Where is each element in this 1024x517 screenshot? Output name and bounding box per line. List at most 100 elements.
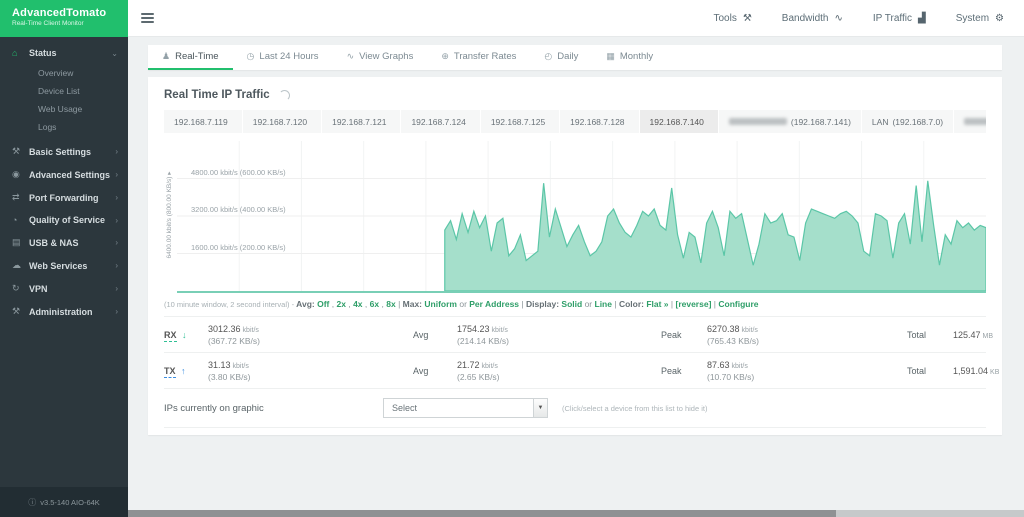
chevron-right-icon: › [115, 216, 118, 225]
topbar-menu-icon: ⚙ [995, 13, 1004, 24]
traffic-stat-row: TX ↑ 31.13kbit/s (3.80 KB/s) Avg 21.72kb… [164, 353, 986, 389]
section-icon: ⚒ [12, 306, 29, 317]
sidebar-item-status[interactable]: ⌂ Status ⌄ [0, 42, 128, 64]
sidebar-item-label: Advanced Settings [29, 170, 115, 180]
panel-title: Real Time IP Traffic [164, 89, 270, 101]
chevron-right-icon: › [115, 193, 118, 202]
peak-label: Peak [661, 366, 707, 376]
ips-on-graphic-select[interactable]: Select ▼ [383, 398, 548, 418]
brand-title: AdvancedTomato [12, 7, 128, 19]
horizontal-scrollbar-thumb[interactable] [128, 510, 836, 517]
device-ip-tab[interactable]: (192.168.7.150) [954, 110, 986, 133]
device-ip-label: 192.168.7.125 [491, 117, 545, 127]
graph-control-segment[interactable]: 4x [353, 299, 362, 309]
graph-control-segment: or [585, 299, 595, 309]
view-tab[interactable]: ⊕ Transfer Rates [427, 45, 530, 70]
hamburger-menu-icon[interactable] [141, 13, 154, 23]
device-ip-tab[interactable]: 192.168.7.121 [322, 110, 400, 133]
graph-control-segment[interactable]: 2x [336, 299, 345, 309]
device-ip-tab[interactable]: 192.168.7.128 [560, 110, 638, 133]
tab-icon: ⊕ [441, 51, 449, 62]
tab-label: View Graphs [359, 51, 413, 62]
sidebar-subitem[interactable]: Logs [0, 118, 128, 136]
device-ip-label: 192.168.7.119 [174, 117, 228, 127]
sidebar-item[interactable]: ◔ Quality of Service › [0, 209, 128, 231]
direction-arrow-icon: ↑ [181, 366, 186, 376]
tab-icon: ♟ [162, 51, 170, 62]
graph-control-segment[interactable]: Flat » [646, 299, 668, 309]
ips-on-graphic-label: IPs currently on graphic [164, 403, 369, 414]
horizontal-scrollbar[interactable] [128, 510, 1024, 517]
device-ip-tab[interactable]: LAN (192.168.7.0) [862, 110, 953, 133]
sidebar-item[interactable]: ⚒ Basic Settings › [0, 140, 128, 163]
device-ip-tab[interactable]: (192.168.7.141) [719, 110, 861, 133]
graph-control-segment[interactable]: 6x [370, 299, 379, 309]
view-tab[interactable]: ◴ Daily [530, 45, 592, 70]
sidebar-item[interactable]: ▤ USB & NAS › [0, 231, 128, 254]
sidebar-item[interactable]: ↻ VPN › [0, 277, 128, 300]
device-ip-tab[interactable]: 192.168.7.124 [401, 110, 479, 133]
topbar-menu-item[interactable]: System ⚙ [956, 13, 1004, 24]
sidebar-status-submenu: OverviewDevice ListWeb UsageLogs [0, 64, 128, 140]
chevron-right-icon: › [115, 170, 118, 179]
y-axis-label: 6400.00 kbit/s (800.00 KB/s) ▸ [165, 145, 173, 285]
topbar: Tools ⚒ Bandwidth ∿ IP Traffic ▟ System … [128, 0, 1024, 37]
sidebar-sections: ⚒ Basic Settings › ◉ Advanced Settings ›… [0, 140, 128, 323]
brand-logo[interactable]: AdvancedTomato Real-Time Client Monitor [0, 0, 128, 37]
traffic-area-chart [177, 141, 986, 291]
section-icon: ◔ [12, 215, 29, 225]
device-ip-tab[interactable]: 192.168.7.120 [243, 110, 321, 133]
sidebar-item[interactable]: ◉ Advanced Settings › [0, 163, 128, 186]
avg-rate: 21.72kbit/s (2.65 KB/s) [457, 358, 661, 383]
total-label: Total [907, 366, 953, 376]
sidebar-subitem[interactable]: Overview [0, 64, 128, 82]
view-tab[interactable]: ∿ View Graphs [333, 45, 428, 70]
graph-control-segment[interactable]: [reverse] [675, 299, 711, 309]
traffic-chart: 6400.00 kbit/s (800.00 KB/s) ▸ 4800.00 k… [164, 141, 986, 293]
topbar-menu-icon: ▟ [918, 13, 926, 24]
sidebar-subitem[interactable]: Web Usage [0, 100, 128, 118]
graph-control-segment[interactable]: Per Address [469, 299, 519, 309]
graph-control-segment: Display: [526, 299, 561, 309]
device-ip-tab[interactable]: 192.168.7.140 [640, 110, 718, 133]
sidebar-item[interactable]: ☁ Web Services › [0, 254, 128, 277]
sidebar-item[interactable]: ⇄ Port Forwarding › [0, 186, 128, 209]
topbar-menu-label: Tools [713, 13, 736, 24]
chevron-right-icon: › [115, 147, 118, 156]
view-tab[interactable]: ♟ Real-Time [148, 45, 233, 70]
sidebar-item-label: USB & NAS [29, 238, 115, 248]
peak-rate: 6270.38kbit/s (765.43 KB/s) [707, 322, 907, 347]
topbar-menu-item[interactable]: IP Traffic ▟ [873, 13, 926, 24]
sidebar-subitem[interactable]: Device List [0, 82, 128, 100]
tab-label: Last 24 Hours [259, 51, 318, 62]
direction-arrow-icon: ↓ [182, 330, 187, 340]
graph-control-segment[interactable]: Line [595, 299, 612, 309]
graph-control-segment: Color: [619, 299, 646, 309]
total-label: Total [907, 330, 953, 340]
sidebar-nav: ⌂ Status ⌄ OverviewDevice ListWeb UsageL… [0, 37, 128, 323]
graph-control-segment[interactable]: 8x [386, 299, 395, 309]
view-tab[interactable]: ◷ Last 24 Hours [233, 45, 333, 70]
graph-control-segment[interactable]: Uniform [424, 299, 457, 309]
main-content: ♟ Real-Time ◷ Last 24 Hours ∿ View Graph… [128, 37, 1024, 510]
tab-icon: ◷ [247, 51, 255, 62]
graph-control-segment[interactable]: Configure [718, 299, 758, 309]
view-tab[interactable]: ▦ Monthly [592, 45, 667, 70]
device-ip-label: 192.168.7.140 [650, 117, 704, 127]
topbar-menu-label: IP Traffic [873, 13, 912, 24]
sidebar-item-label: Basic Settings [29, 147, 115, 157]
device-ip-tab[interactable]: 192.168.7.119 [164, 110, 242, 133]
info-icon: ⓘ [28, 497, 36, 508]
dropdown-arrow-icon: ▼ [533, 399, 547, 417]
sidebar-item[interactable]: ⚒ Administration › [0, 300, 128, 323]
ips-on-graphic-row: IPs currently on graphic Select ▼ (Click… [164, 389, 986, 428]
section-icon: ⚒ [12, 146, 29, 157]
grid-label: 4800.00 kbit/s (600.00 KB/s) [191, 168, 286, 177]
section-icon: ☁ [12, 260, 29, 271]
graph-control-segment[interactable]: Off [317, 299, 329, 309]
device-ip-tab[interactable]: 192.168.7.125 [481, 110, 559, 133]
topbar-menu-item[interactable]: Bandwidth ∿ [782, 13, 843, 24]
direction-label: TX ↑ [164, 366, 208, 376]
graph-control-segment[interactable]: Solid [561, 299, 582, 309]
topbar-menu-item[interactable]: Tools ⚒ [713, 13, 751, 24]
